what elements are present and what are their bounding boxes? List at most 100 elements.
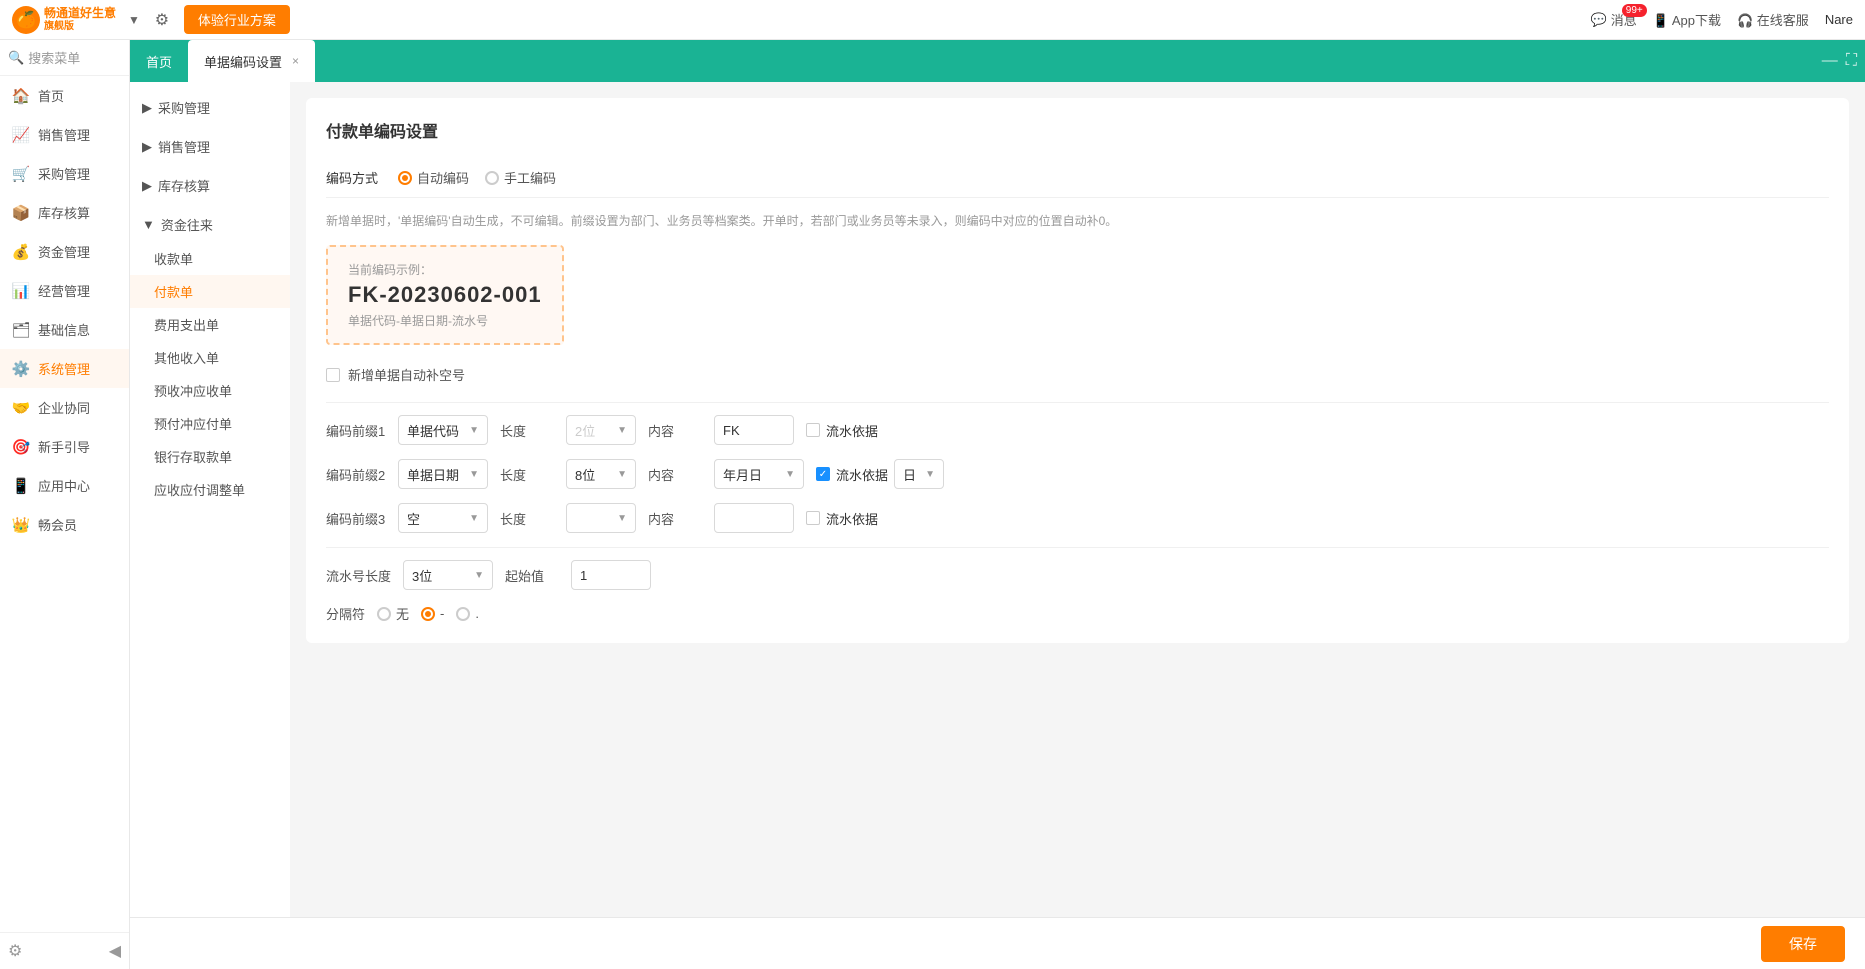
sub-group-inventory: ▶ 库存核算 bbox=[130, 168, 290, 203]
sidebar-item-inventory[interactable]: 📦 库存核算 bbox=[0, 193, 129, 232]
sub-item-bank[interactable]: 银行存取款单 bbox=[130, 440, 290, 473]
length3-select[interactable]: ▼ bbox=[566, 503, 636, 533]
sub-item-prepay-pay[interactable]: 预付冲应付单 bbox=[130, 407, 290, 440]
manual-radio[interactable]: 手工编码 bbox=[485, 168, 556, 187]
sidebar-item-inventory-label: 库存核算 bbox=[38, 203, 90, 222]
sidebar-item-finance[interactable]: 💰 资金管理 bbox=[0, 232, 129, 271]
sub-group-purchase-arrow: ▶ bbox=[142, 100, 152, 116]
serial3-checkbox[interactable] bbox=[806, 511, 820, 525]
app-download-button[interactable]: 📱 App下载 bbox=[1653, 10, 1721, 29]
sub-group-sales-header[interactable]: ▶ 销售管理 bbox=[130, 129, 290, 164]
sep-none-label: 无 bbox=[396, 604, 409, 623]
prefix1-select[interactable]: 单据代码 ▼ bbox=[398, 415, 488, 445]
sidebar-item-member-label: 畅会员 bbox=[38, 515, 77, 534]
sidebar-collapse-icon[interactable]: ◀ bbox=[109, 941, 121, 961]
sidebar-item-purchase-label: 采购管理 bbox=[38, 164, 90, 183]
length3-arrow-icon: ▼ bbox=[617, 513, 627, 524]
sidebar-footer: ⚙ ◀ bbox=[0, 932, 129, 969]
online-service-button[interactable]: 🎧 在线客服 bbox=[1737, 10, 1809, 29]
sidebar-item-operations[interactable]: 📊 经营管理 bbox=[0, 271, 129, 310]
sub-group-inventory-header[interactable]: ▶ 库存核算 bbox=[130, 168, 290, 203]
manual-radio-circle[interactable] bbox=[485, 171, 499, 185]
sub-group-sales: ▶ 销售管理 bbox=[130, 129, 290, 164]
sidebar-item-sales[interactable]: 📈 销售管理 bbox=[0, 115, 129, 154]
auto-radio[interactable]: 自动编码 bbox=[398, 168, 469, 187]
search-menu-button[interactable]: 🔍 搜索菜单 bbox=[0, 40, 129, 76]
sidebar: 🔍 搜索菜单 🏠 首页 📈 销售管理 🛒 采购管理 📦 库存核算 💰 bbox=[0, 40, 130, 969]
divider1 bbox=[326, 402, 1829, 403]
sep-dash-radio-circle[interactable] bbox=[421, 607, 435, 621]
notice-text: 新增单据时，'单据编码'自动生成，不可编辑。前缀设置为部门、业务员等档案类。开单… bbox=[326, 212, 1829, 231]
length2-select[interactable]: 8位 ▼ bbox=[566, 459, 636, 489]
search-menu-label: 搜索菜单 bbox=[28, 48, 80, 67]
message-button[interactable]: 💬 消息 99+ bbox=[1591, 10, 1637, 29]
sub-item-receipt[interactable]: 收款单 bbox=[130, 242, 290, 275]
expand-icon[interactable]: ⛶ bbox=[1846, 52, 1857, 70]
serial-length-select[interactable]: 3位 ▼ bbox=[403, 560, 493, 590]
sales-icon: 📈 bbox=[12, 126, 30, 144]
sidebar-item-guide[interactable]: 🎯 新手引导 bbox=[0, 427, 129, 466]
length1-value: 2位 bbox=[575, 421, 595, 440]
tab-home[interactable]: 首页 bbox=[130, 40, 188, 82]
tab-encoding-settings[interactable]: 单据编码设置 × bbox=[188, 40, 315, 82]
sub-group-capital-header[interactable]: ▼ 资金往来 bbox=[130, 207, 290, 242]
divider2 bbox=[326, 547, 1829, 548]
service-label: 在线客服 bbox=[1757, 13, 1809, 28]
start-value-input[interactable] bbox=[571, 560, 651, 590]
content2-value-select[interactable]: 年月日 ▼ bbox=[714, 459, 804, 489]
prefix3-select[interactable]: 空 ▼ bbox=[398, 503, 488, 533]
sep-dot-radio[interactable]: . bbox=[456, 606, 479, 621]
footer-settings-icon[interactable]: ⚙ bbox=[8, 941, 22, 961]
auto-radio-label: 自动编码 bbox=[417, 168, 469, 187]
sub-group-sales-arrow: ▶ bbox=[142, 139, 152, 155]
minimize-icon[interactable]: — bbox=[1822, 52, 1838, 70]
app-logo: 🍊 畅通道好生意 旗舰版 bbox=[12, 6, 116, 34]
sub-group-purchase-label: 采购管理 bbox=[158, 98, 210, 117]
preview-box: 当前编码示例： FK-20230602-001 单据代码-单据日期-流水号 bbox=[326, 245, 564, 345]
sidebar-item-coop[interactable]: 🤝 企业协同 bbox=[0, 388, 129, 427]
sub-group-purchase-header[interactable]: ▶ 采购管理 bbox=[130, 90, 290, 125]
sidebar-item-system[interactable]: ⚙️ 系统管理 bbox=[0, 349, 129, 388]
trial-button[interactable]: 体验行业方案 bbox=[184, 5, 290, 34]
prefix2-arrow-icon: ▼ bbox=[469, 469, 479, 480]
length1-field: 长度 2位 ▼ bbox=[500, 415, 636, 445]
serial2-checkbox[interactable]: ✓ bbox=[816, 467, 830, 481]
save-button[interactable]: 保存 bbox=[1761, 926, 1845, 962]
sub-item-payment[interactable]: 付款单 bbox=[130, 275, 290, 308]
serial2-unit-select[interactable]: 日 ▼ bbox=[894, 459, 944, 489]
sidebar-item-member[interactable]: 👑 畅会员 bbox=[0, 505, 129, 544]
header-dropdown[interactable]: ▼ bbox=[124, 13, 140, 27]
sub-item-prepay-recv[interactable]: 预收冲应收单 bbox=[130, 374, 290, 407]
content3-input[interactable] bbox=[714, 503, 794, 533]
serial1-checkbox[interactable] bbox=[806, 423, 820, 437]
tab-close-icon[interactable]: × bbox=[292, 54, 299, 68]
length1-select[interactable]: 2位 ▼ bbox=[566, 415, 636, 445]
sep-dot-radio-circle[interactable] bbox=[456, 607, 470, 621]
user-menu[interactable]: Nare bbox=[1825, 12, 1853, 27]
sidebar-item-guide-label: 新手引导 bbox=[38, 437, 90, 456]
start-value-field: 起始值 bbox=[505, 560, 651, 590]
settings-main: 付款单编码设置 编码方式 自动编码 手工编码 bbox=[290, 82, 1865, 917]
serial3-label: 流水依据 bbox=[826, 509, 878, 528]
sep-none-radio[interactable]: 无 bbox=[377, 604, 409, 623]
sep-dash-radio[interactable]: - bbox=[421, 606, 444, 621]
sidebar-item-purchase[interactable]: 🛒 采购管理 bbox=[0, 154, 129, 193]
member-icon: 👑 bbox=[12, 516, 30, 534]
sub-group-capital-label: 资金往来 bbox=[161, 215, 213, 234]
sidebar-item-home[interactable]: 🏠 首页 bbox=[0, 76, 129, 115]
auto-fill-checkbox[interactable] bbox=[326, 368, 340, 382]
sep-none-radio-circle[interactable] bbox=[377, 607, 391, 621]
sub-item-adjust[interactable]: 应收应付调整单 bbox=[130, 473, 290, 506]
sub-item-expense[interactable]: 费用支出单 bbox=[130, 308, 290, 341]
auto-radio-circle[interactable] bbox=[398, 171, 412, 185]
prefix2-select[interactable]: 单据日期 ▼ bbox=[398, 459, 488, 489]
prefix3-value: 空 bbox=[407, 509, 420, 528]
start-value-label: 起始值 bbox=[505, 566, 565, 585]
header-settings-icon[interactable]: ⚙ bbox=[148, 6, 176, 34]
apps-icon: 📱 bbox=[12, 477, 30, 495]
sidebar-item-base[interactable]: 🗂 基础信息 bbox=[0, 310, 129, 349]
sub-item-other-income[interactable]: 其他收入单 bbox=[130, 341, 290, 374]
inner-layout: ▶ 采购管理 ▶ 销售管理 ▶ 库存核算 bbox=[130, 82, 1865, 917]
serial2-label: 流水依据 bbox=[836, 465, 888, 484]
sidebar-item-apps[interactable]: 📱 应用中心 bbox=[0, 466, 129, 505]
